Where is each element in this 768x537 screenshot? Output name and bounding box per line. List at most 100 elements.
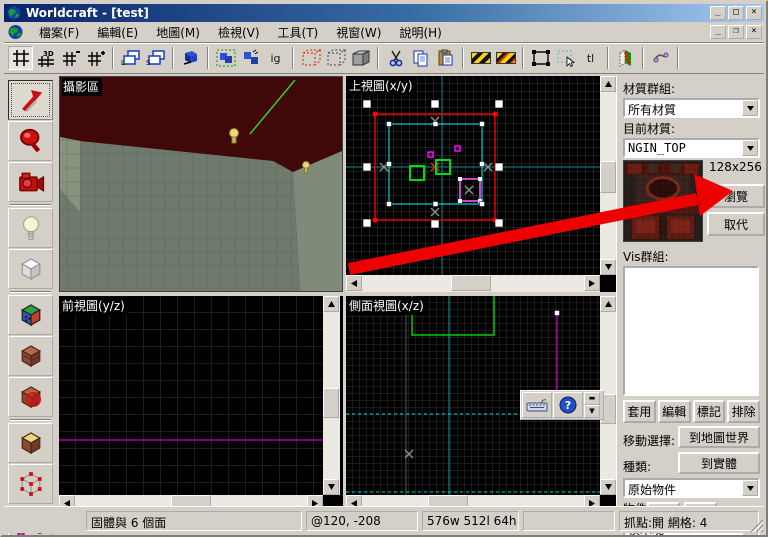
group-button[interactable] [213, 46, 238, 70]
vis-exclude-button[interactable]: 排除 [727, 400, 760, 423]
title-bar[interactable]: Worldcraft - [test] _ □ × [4, 4, 764, 22]
scroll-down-button[interactable] [323, 479, 339, 495]
toggle-grid-button[interactable] [8, 46, 33, 70]
menu-map[interactable]: 地圖(M) [147, 22, 209, 43]
selection-tool-button[interactable] [8, 80, 53, 120]
texture-group-label: 材質群組: [623, 82, 676, 96]
texture-scale-lock-button[interactable] [493, 46, 518, 70]
resize-grip[interactable] [750, 519, 763, 532]
top-view-canvas[interactable] [346, 76, 600, 275]
combo-dropdown-button[interactable] [742, 480, 758, 496]
apply-texture-tool-button[interactable] [8, 336, 53, 376]
selection-arrow-icon [21, 90, 42, 113]
scroll-right-button[interactable] [584, 275, 600, 291]
block-tool-button[interactable] [8, 249, 53, 289]
hazard-stripes-icon [470, 52, 491, 64]
combo-dropdown-button[interactable] [742, 140, 758, 156]
load-window-state-button[interactable]: L [118, 46, 143, 70]
paste-button[interactable] [433, 46, 458, 70]
magnify-tool-button[interactable] [8, 121, 53, 161]
scroll-up-button[interactable] [600, 76, 616, 92]
texture-lock-button[interactable]: tl [578, 46, 603, 70]
morph-button[interactable] [648, 46, 673, 70]
decal-tool-button[interactable] [8, 377, 53, 417]
to-entity-button[interactable]: 到實體 [678, 452, 760, 474]
cut-button[interactable] [383, 46, 408, 70]
select-mode-button[interactable] [528, 46, 553, 70]
browse-button[interactable]: 瀏覽 [707, 184, 765, 208]
document-globe-icon [8, 25, 23, 39]
front-view-canvas[interactable] [59, 296, 323, 495]
move-selection-label: 移動選擇: [623, 434, 676, 448]
scroll-down-button[interactable] [600, 479, 616, 495]
scroll-down-button[interactable] [600, 259, 616, 275]
mdi-restore-button[interactable]: ❐ [728, 25, 744, 39]
scroll-thumb[interactable] [451, 275, 491, 291]
arrow-right-icon [588, 279, 595, 287]
scroll-thumb[interactable] [600, 161, 616, 193]
vis-group-list[interactable] [623, 266, 759, 396]
vis-edit-button[interactable]: 編輯 [657, 400, 691, 423]
maximize-button[interactable]: □ [728, 6, 744, 20]
scroll-left-button[interactable] [346, 275, 362, 291]
replace-button[interactable]: 取代 [707, 212, 765, 236]
to-world-button[interactable]: 到地圖世界 [678, 426, 760, 448]
copy-button[interactable] [408, 46, 433, 70]
close-button[interactable]: × [746, 6, 762, 20]
current-texture-combo[interactable]: NGIN_TOP [623, 138, 760, 158]
menu-view[interactable]: 檢視(V) [209, 22, 269, 43]
top-view-hscrollbar[interactable] [346, 275, 600, 292]
smaller-grid-button[interactable] [58, 46, 83, 70]
larger-grid-button[interactable] [83, 46, 108, 70]
vertex-tool-button[interactable] [8, 464, 53, 504]
marquee-select-button[interactable] [553, 46, 578, 70]
combo-dropdown-button[interactable] [742, 100, 758, 116]
entity-tool-button[interactable] [8, 208, 53, 248]
category-combo[interactable]: 原始物件 [623, 478, 760, 498]
spinner-collapse-button[interactable]: ▬ [584, 392, 600, 405]
texture-application-tool-button[interactable] [8, 295, 53, 335]
mdi-close-button[interactable]: × [746, 25, 762, 39]
save-window-state-button[interactable]: S [143, 46, 168, 70]
keyboard-button[interactable] [522, 392, 552, 418]
camera-tool-button[interactable] [8, 162, 53, 202]
split-face-button[interactable] [613, 46, 638, 70]
scroll-up-button[interactable] [600, 296, 616, 312]
viewport-front[interactable]: 前視圖(y/z) [59, 296, 343, 512]
camera-icon [18, 172, 44, 192]
grid-3d-icon: 3D [37, 50, 54, 67]
menu-window[interactable]: 視窗(W) [327, 22, 390, 43]
ignore-groups-label: ig [270, 51, 281, 65]
toggle-3d-grid-button[interactable]: 3D [33, 46, 58, 70]
texture-lock-toggle-button[interactable] [468, 46, 493, 70]
ungroup-button[interactable] [238, 46, 263, 70]
scroll-up-button[interactable] [323, 296, 339, 312]
category-label: 種類: [623, 460, 652, 474]
texture-group-combo[interactable]: 所有材質 [623, 98, 760, 118]
viewport-top[interactable]: 上視圖(x/y) [346, 76, 617, 292]
spinner-down-button[interactable]: ▼ [584, 405, 600, 418]
ignore-groups-button[interactable]: ig [263, 46, 288, 70]
toolbar-spinner[interactable]: ▬ ▼ [584, 392, 600, 418]
hollow-cube-button[interactable] [323, 46, 348, 70]
scroll-thumb[interactable] [323, 388, 339, 418]
clip-tool-button[interactable] [8, 423, 53, 463]
minimize-button[interactable]: _ [710, 6, 726, 20]
carve-button[interactable] [178, 46, 203, 70]
vis-apply-button[interactable]: 套用 [623, 400, 656, 423]
menu-help[interactable]: 說明(H) [390, 22, 450, 43]
vis-mark-button[interactable]: 標記 [692, 400, 726, 423]
menu-edit[interactable]: 編輯(E) [88, 22, 147, 43]
solid-cube-button[interactable] [348, 46, 373, 70]
menu-bar: 檔案(F) 編輯(E) 地圖(M) 檢視(V) 工具(T) 視窗(W) 說明(H… [4, 22, 764, 43]
menu-file[interactable]: 檔案(F) [30, 22, 88, 43]
mdi-minimize-button[interactable]: _ [710, 25, 726, 39]
viewport-camera[interactable]: 攝影區 [59, 76, 343, 292]
texture-preview[interactable] [623, 160, 703, 242]
help-button[interactable]: ? [553, 392, 583, 418]
top-view-vscrollbar[interactable] [600, 76, 617, 275]
help-icon: ? [559, 396, 577, 414]
hollow-selected-button[interactable] [298, 46, 323, 70]
front-view-vscrollbar[interactable] [323, 296, 340, 495]
menu-tools[interactable]: 工具(T) [269, 22, 328, 43]
